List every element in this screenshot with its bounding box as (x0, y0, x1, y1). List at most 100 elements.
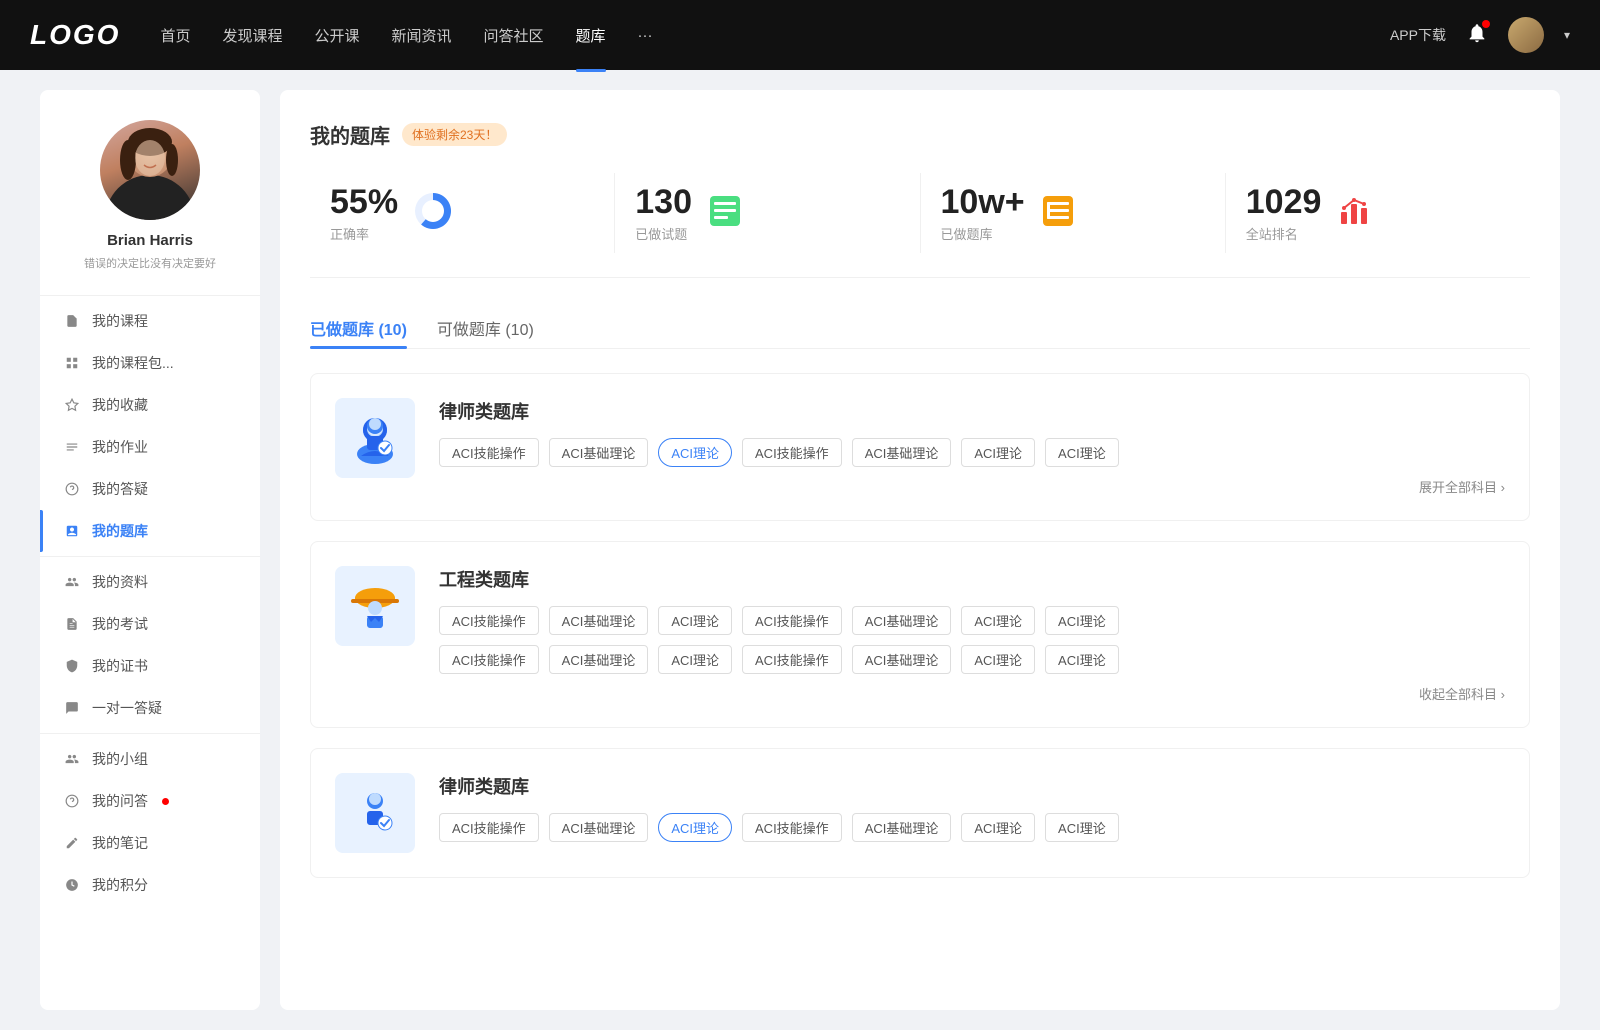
one-on-one-icon (64, 700, 80, 716)
tag-eng-2-3[interactable]: ACI技能操作 (742, 645, 842, 674)
qbank-content-lawyer-2: 律师类题库 ACI技能操作 ACI基础理论 ACI理论 ACI技能操作 ACI基… (439, 773, 1505, 852)
tag-lawyer-2-0[interactable]: ACI技能操作 (439, 813, 539, 842)
coursepack-icon (64, 355, 80, 371)
tag-lawyer-2-1[interactable]: ACI基础理论 (549, 813, 649, 842)
sidebar-label-one-on-one: 一对一答疑 (92, 698, 162, 718)
sidebar-label-materials: 我的资料 (92, 572, 148, 592)
tag-lawyer-2-6[interactable]: ACI理论 (1045, 813, 1119, 842)
notification-dot (1482, 20, 1490, 28)
course-icon (64, 313, 80, 329)
tag-eng-1-0[interactable]: ACI技能操作 (439, 606, 539, 635)
qbank-card-lawyer-2: 律师类题库 ACI技能操作 ACI基础理论 ACI理论 ACI技能操作 ACI基… (310, 748, 1530, 878)
sidebar-item-questions[interactable]: 我的问答 (40, 780, 260, 822)
tag-eng-1-5[interactable]: ACI理论 (961, 606, 1035, 635)
tag-lawyer-1-6[interactable]: ACI理论 (1045, 438, 1119, 467)
materials-icon (64, 574, 80, 590)
sidebar-item-coursepack[interactable]: 我的课程包... (40, 342, 260, 384)
nav-discover[interactable]: 发现课程 (222, 21, 282, 50)
tags-row-lawyer-2: ACI技能操作 ACI基础理论 ACI理论 ACI技能操作 ACI基础理论 AC… (439, 813, 1505, 842)
tab-available-banks[interactable]: 可做题库 (10) (437, 308, 534, 348)
tag-lawyer-2-3[interactable]: ACI技能操作 (742, 813, 842, 842)
nav-menu: 首页 发现课程 公开课 新闻资讯 问答社区 题库 ··· (160, 21, 1390, 50)
tag-lawyer-1-3[interactable]: ACI技能操作 (742, 438, 842, 467)
tag-eng-2-5[interactable]: ACI理论 (961, 645, 1035, 674)
sidebar-item-group[interactable]: 我的小组 (40, 738, 260, 780)
user-name: Brian Harris (107, 232, 193, 249)
sidebar-item-favorites[interactable]: 我的收藏 (40, 384, 260, 426)
sidebar-item-qbank[interactable]: 我的题库 (40, 510, 260, 552)
tag-lawyer-2-2[interactable]: ACI理论 (658, 813, 732, 842)
tag-lawyer-2-4[interactable]: ACI基础理论 (852, 813, 952, 842)
sidebar-item-one-on-one[interactable]: 一对一答疑 (40, 687, 260, 729)
user-dropdown-arrow[interactable]: ▾ (1564, 28, 1570, 42)
tag-eng-2-4[interactable]: ACI基础理论 (852, 645, 952, 674)
tag-eng-2-1[interactable]: ACI基础理论 (549, 645, 649, 674)
nav-news[interactable]: 新闻资讯 (392, 21, 452, 50)
tag-lawyer-1-5[interactable]: ACI理论 (961, 438, 1035, 467)
tags-row-lawyer-1: ACI技能操作 ACI基础理论 ACI理论 ACI技能操作 ACI基础理论 AC… (439, 438, 1505, 467)
qbank-card-lawyer-1: 律师类题库 ACI技能操作 ACI基础理论 ACI理论 ACI技能操作 ACI基… (310, 373, 1530, 521)
tag-eng-1-4[interactable]: ACI基础理论 (852, 606, 952, 635)
certificate-icon (64, 658, 80, 674)
qbank-title-lawyer-2: 律师类题库 (439, 773, 1505, 799)
page-title: 我的题库 (310, 120, 390, 149)
logo: LOGO (30, 19, 120, 51)
sidebar-label-certificate: 我的证书 (92, 656, 148, 676)
accuracy-icon (412, 190, 454, 237)
app-download-button[interactable]: APP下载 (1390, 25, 1446, 45)
stats-row: 55% 正确率 130 已做试题 (310, 173, 1530, 278)
sidebar-item-course[interactable]: 我的课程 (40, 300, 260, 342)
tag-eng-2-2[interactable]: ACI理论 (658, 645, 732, 674)
sidebar-item-exams[interactable]: 我的考试 (40, 603, 260, 645)
stat-accuracy-label: 正确率 (330, 224, 398, 243)
qbank-content-lawyer-1: 律师类题库 ACI技能操作 ACI基础理论 ACI理论 ACI技能操作 ACI基… (439, 398, 1505, 496)
qbank-icon (64, 523, 80, 539)
sidebar-label-notes: 我的笔记 (92, 833, 148, 853)
notification-icon[interactable] (1466, 22, 1488, 49)
qa-icon (64, 481, 80, 497)
nav-opencourse[interactable]: 公开课 (314, 21, 359, 50)
sidebar-label-qa: 我的答疑 (92, 479, 148, 499)
tag-eng-2-0[interactable]: ACI技能操作 (439, 645, 539, 674)
tag-lawyer-1-4[interactable]: ACI基础理论 (852, 438, 952, 467)
favorites-icon (64, 397, 80, 413)
sidebar-label-group: 我的小组 (92, 749, 148, 769)
nav-questions[interactable]: 题库 (576, 21, 606, 50)
tag-lawyer-1-0[interactable]: ACI技能操作 (439, 438, 539, 467)
sidebar-item-points[interactable]: 我的积分 (40, 864, 260, 906)
tag-eng-1-2[interactable]: ACI理论 (658, 606, 732, 635)
stat-ranking-value: 1029 (1246, 183, 1322, 222)
homework-icon (64, 439, 80, 455)
ranking-icon (1335, 192, 1373, 235)
sidebar-item-qa[interactable]: 我的答疑 (40, 468, 260, 510)
nav-more[interactable]: ··· (638, 23, 653, 48)
exams-icon (64, 616, 80, 632)
stat-done-banks-value: 10w+ (941, 183, 1025, 222)
tag-lawyer-1-1[interactable]: ACI基础理论 (549, 438, 649, 467)
tab-done-banks[interactable]: 已做题库 (10) (310, 308, 407, 348)
sidebar-item-homework[interactable]: 我的作业 (40, 426, 260, 468)
done-banks-icon (1039, 192, 1077, 235)
sidebar-label-exams: 我的考试 (92, 614, 148, 634)
nav-home[interactable]: 首页 (160, 21, 190, 50)
page-title-row: 我的题库 体验剩余23天！ (310, 120, 1530, 149)
expand-link-lawyer-1[interactable]: 展开全部科目 › (439, 477, 1505, 496)
tag-lawyer-2-5[interactable]: ACI理论 (961, 813, 1035, 842)
sidebar-item-notes[interactable]: 我的笔记 (40, 822, 260, 864)
sidebar-item-certificate[interactable]: 我的证书 (40, 645, 260, 687)
sidebar-label-course: 我的课程 (92, 311, 148, 331)
tag-eng-1-6[interactable]: ACI理论 (1045, 606, 1119, 635)
expand-link-engineer[interactable]: 收起全部科目 › (439, 684, 1505, 703)
done-questions-icon (706, 192, 744, 235)
tag-lawyer-1-2[interactable]: ACI理论 (658, 438, 732, 467)
stat-done-banks-label: 已做题库 (941, 224, 1025, 243)
tag-eng-1-1[interactable]: ACI基础理论 (549, 606, 649, 635)
tag-eng-1-3[interactable]: ACI技能操作 (742, 606, 842, 635)
tag-eng-2-6[interactable]: ACI理论 (1045, 645, 1119, 674)
nav-qa[interactable]: 问答社区 (484, 21, 544, 50)
user-avatar-nav[interactable] (1508, 17, 1544, 53)
sidebar-item-materials[interactable]: 我的资料 (40, 561, 260, 603)
stat-accuracy: 55% 正确率 (310, 173, 615, 253)
main-content: 我的题库 体验剩余23天！ 55% 正确率 (280, 90, 1560, 1010)
user-avatar (100, 120, 200, 220)
